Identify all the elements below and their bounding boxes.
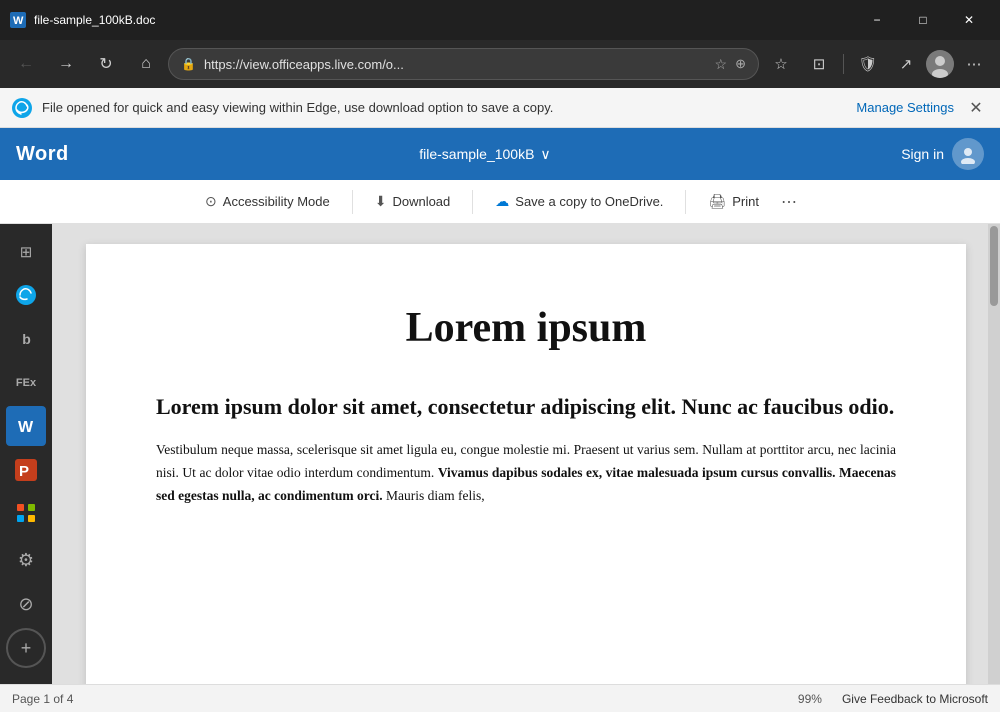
document-area[interactable]: Lorem ipsum Lorem ipsum dolor sit amet, … <box>52 224 1000 684</box>
favorites-star-icon: ☆ <box>715 56 728 73</box>
sidebar-item-edge[interactable] <box>6 276 46 316</box>
maximize-button[interactable]: □ <box>900 4 946 36</box>
document-paragraph-1: Vestibulum neque massa, scelerisque sit … <box>156 439 896 508</box>
document-title: Lorem ipsum <box>156 304 896 352</box>
toolbar-separator-2 <box>472 190 473 214</box>
sidebar-item-history[interactable]: ⊘ <box>6 585 46 625</box>
sidebar-item-favorites[interactable]: ⊞ <box>6 232 46 272</box>
back-button[interactable]: ← <box>8 46 44 82</box>
collections-button[interactable]: ⊡ <box>801 46 837 82</box>
svg-text:P: P <box>19 463 29 480</box>
favorites-button[interactable]: ☆ <box>763 46 799 82</box>
word-app-bar: Word file-sample_100kB ∨ Sign in <box>0 128 1000 180</box>
nav-right-icons: ☆ ⊡ 🛡 ↗ ⋯ <box>763 46 992 82</box>
sidebar-item-word[interactable]: W <box>6 406 46 446</box>
sidebar-add-button[interactable]: + <box>6 628 46 668</box>
zoom-level: 99% <box>798 692 822 706</box>
refresh-button[interactable]: ↻ <box>88 46 124 82</box>
word-logo-text: Word <box>16 143 69 166</box>
sidebar-item-settings[interactable]: ⚙ <box>6 541 46 581</box>
paragraph-normal: Mauris diam felis, <box>383 488 485 503</box>
more-button[interactable]: ⋯ <box>956 46 992 82</box>
download-label: Download <box>392 194 450 209</box>
sidebar-item-fx[interactable]: FEx <box>6 363 46 403</box>
toolbar-separator-3 <box>685 190 686 214</box>
edge-logo-icon <box>12 98 32 118</box>
document-page: Lorem ipsum Lorem ipsum dolor sit amet, … <box>86 244 966 684</box>
info-bar-message: File opened for quick and easy viewing w… <box>42 100 846 115</box>
scrollbar-track[interactable] <box>988 224 1000 684</box>
accessibility-mode-button[interactable]: ⊙ Accessibility Mode <box>195 187 340 216</box>
file-name-text: file-sample_100kB <box>419 146 534 162</box>
browser-essentials-button[interactable]: 🛡 <box>850 46 886 82</box>
word-tab-icon: W <box>8 10 28 30</box>
file-name-button[interactable]: file-sample_100kB ∨ <box>419 146 550 163</box>
print-button[interactable]: 🖨 Print <box>698 187 769 216</box>
print-label: Print <box>732 194 759 209</box>
accessibility-label: Accessibility Mode <box>223 194 330 209</box>
toolbar-separator-1 <box>352 190 353 214</box>
info-bar: File opened for quick and easy viewing w… <box>0 88 1000 128</box>
feedback-link[interactable]: Give Feedback to Microsoft <box>842 692 988 706</box>
status-bar: Page 1 of 4 99% Give Feedback to Microso… <box>0 684 1000 712</box>
svg-text:W: W <box>13 15 24 27</box>
address-bar[interactable]: 🔒 https://view.officeapps.live.com/o... … <box>168 48 759 80</box>
sign-in-avatar <box>952 138 984 170</box>
url-text: https://view.officeapps.live.com/o... <box>204 57 707 72</box>
navigation-bar: ← → ↻ ⌂ 🔒 https://view.officeapps.live.c… <box>0 40 1000 88</box>
sidebar-item-apps[interactable] <box>6 494 46 534</box>
sign-in-button[interactable]: Sign in <box>901 138 984 170</box>
save-onedrive-button[interactable]: ☁ Save a copy to OneDrive. <box>485 187 673 216</box>
onedrive-icon: ☁ <box>495 193 509 210</box>
close-button[interactable]: ✕ <box>946 4 992 36</box>
title-bar-left: W file-sample_100kB.doc <box>8 10 155 30</box>
download-icon: ⬇ <box>375 193 387 210</box>
window-controls: − □ ✕ <box>854 4 992 36</box>
nav-divider <box>843 54 844 74</box>
home-button[interactable]: ⌂ <box>128 46 164 82</box>
file-name-chevron: ∨ <box>540 146 550 163</box>
sidebar-item-powerpoint[interactable]: P <box>6 450 46 490</box>
page-info: Page 1 of 4 <box>12 692 73 706</box>
toolbar-more-button[interactable]: ⋯ <box>773 186 805 218</box>
download-button[interactable]: ⬇ Download <box>365 187 461 216</box>
share-button[interactable]: ↗ <box>888 46 924 82</box>
minimize-button[interactable]: − <box>854 4 900 36</box>
read-aloud-icon: ⊕ <box>735 56 746 72</box>
tab-title: file-sample_100kB.doc <box>34 13 155 27</box>
svg-text:W: W <box>18 419 34 436</box>
sidebar: ⊞ b FEx W P <box>0 224 52 684</box>
manage-settings-link[interactable]: Manage Settings <box>856 100 954 115</box>
profile-avatar[interactable] <box>926 50 954 78</box>
accessibility-icon: ⊙ <box>205 193 217 210</box>
main-layout: ⊞ b FEx W P <box>0 224 1000 684</box>
toolbar: ⊙ Accessibility Mode ⬇ Download ☁ Save a… <box>0 180 1000 224</box>
sign-in-label: Sign in <box>901 146 944 162</box>
info-bar-close-button[interactable]: ✕ <box>964 96 988 120</box>
sidebar-item-bing[interactable]: b <box>6 319 46 359</box>
save-onedrive-label: Save a copy to OneDrive. <box>515 194 663 209</box>
forward-button[interactable]: → <box>48 46 84 82</box>
title-bar: W file-sample_100kB.doc − □ ✕ <box>0 0 1000 40</box>
scrollbar-thumb[interactable] <box>990 226 998 306</box>
print-icon: 🖨 <box>708 193 726 210</box>
lock-icon: 🔒 <box>181 57 196 71</box>
status-bar-right: 99% Give Feedback to Microsoft <box>798 692 988 706</box>
document-heading: Lorem ipsum dolor sit amet, consectetur … <box>156 392 896 423</box>
